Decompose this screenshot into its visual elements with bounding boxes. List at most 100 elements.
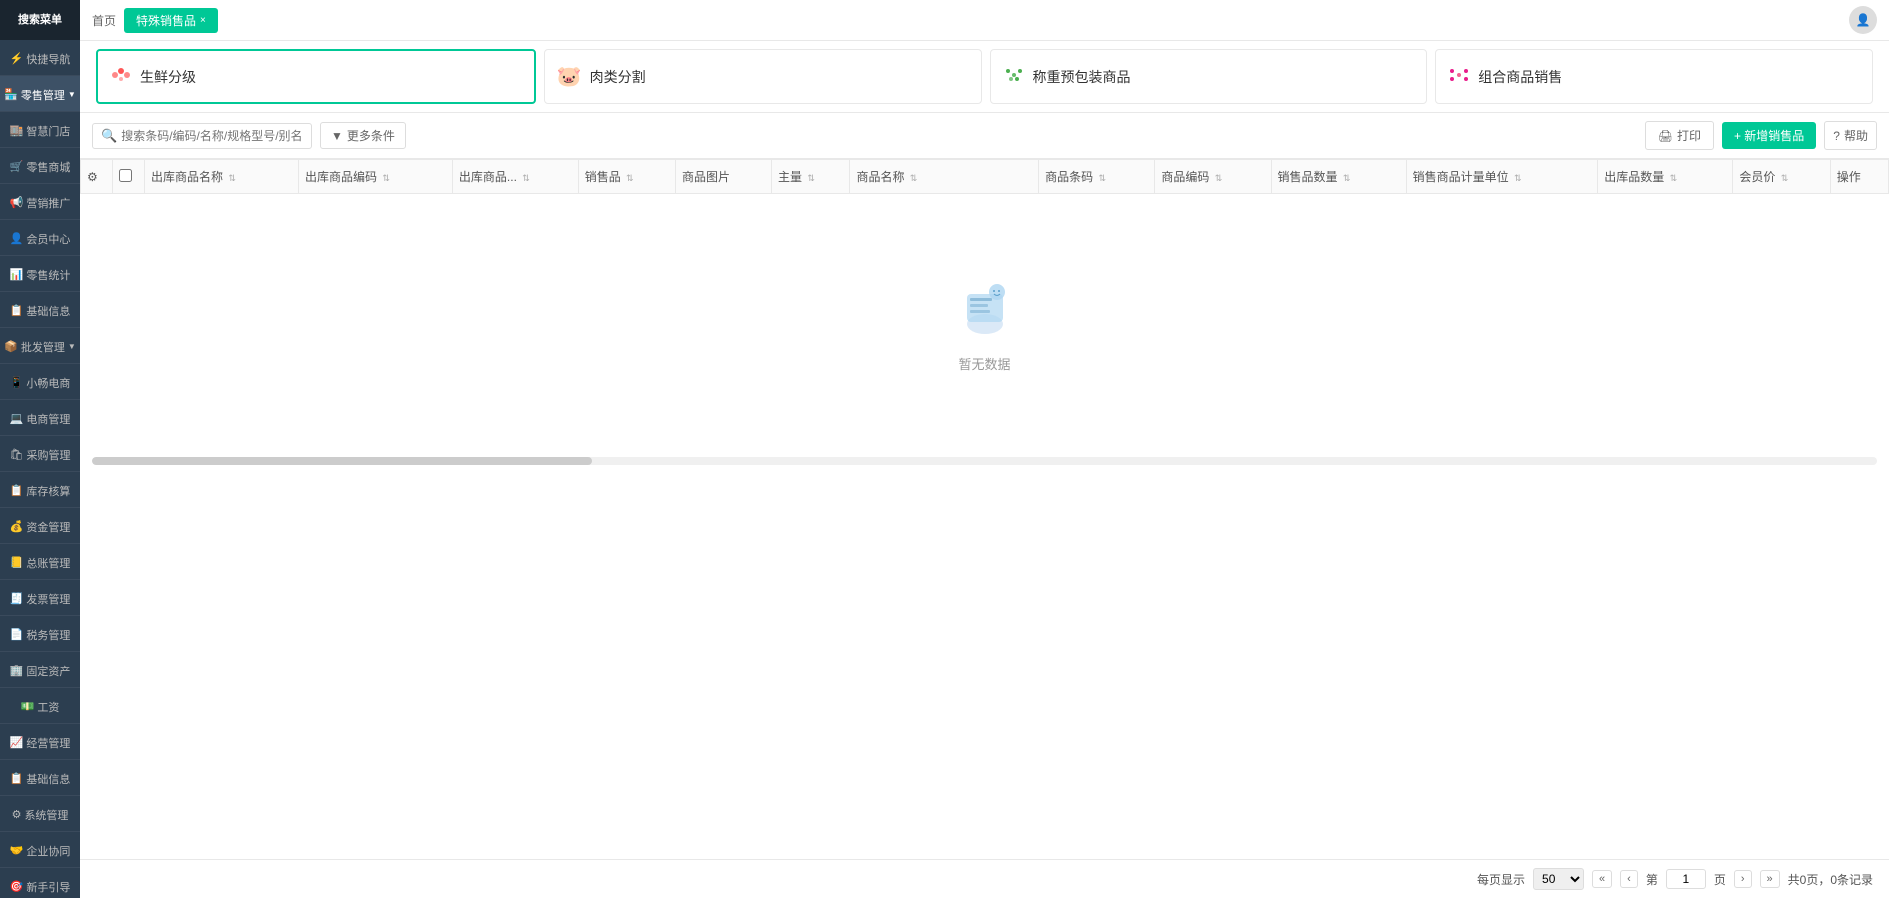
sidebar-item-sales-promo[interactable]: 📢 营销推广	[0, 184, 80, 220]
sidebar-item-label: 经营管理	[26, 735, 70, 751]
th-operation: 操作	[1830, 160, 1888, 194]
finance-mgmt-icon: 💰	[10, 520, 24, 533]
sidebar-item-enterprise-coop[interactable]: 🤝 企业协同	[0, 832, 80, 868]
sidebar-item-label: 零售商城	[26, 159, 70, 175]
sidebar-item-retail-stats[interactable]: 📊 零售统计	[0, 256, 80, 292]
sidebar-item-wholesale-mgmt[interactable]: 📦 批发管理 ▼	[0, 328, 80, 364]
sidebar-item-tax-mgmt[interactable]: 📄 税务管理	[0, 616, 80, 652]
main-content: 首页 特殊销售品 × 👤 生鲜分级	[80, 0, 1889, 898]
mini-ecom-icon: 📱	[10, 376, 24, 389]
th-sales-unit[interactable]: 销售商品计量单位 ⇅	[1406, 160, 1598, 194]
sidebar-item-smart-store[interactable]: 🏬 智慧门店	[0, 112, 80, 148]
cat-tab-fresh-grade[interactable]: 生鲜分级	[96, 49, 536, 104]
sidebar-item-mini-ecom[interactable]: 📱 小畅电商	[0, 364, 80, 400]
select-all-checkbox[interactable]	[119, 169, 132, 182]
sidebar-item-sys-mgmt[interactable]: ⚙ 系统管理	[0, 796, 80, 832]
filter-label: 更多条件	[347, 127, 395, 144]
sort-icon11: ⇅	[1670, 173, 1678, 183]
first-page-button[interactable]: «	[1592, 870, 1612, 888]
wholesale-mgmt-icon: 📦	[4, 340, 18, 353]
help-icon: ?	[1833, 129, 1840, 143]
page-size-select[interactable]: 50 10 20 100	[1533, 868, 1584, 890]
sort-icon5: ⇅	[807, 173, 815, 183]
breadcrumb-home[interactable]: 首页	[92, 12, 116, 29]
sort-icon: ⇅	[228, 173, 236, 183]
search-input[interactable]	[121, 129, 303, 143]
sidebar-item-label: 小畅电商	[26, 375, 70, 391]
filter-button[interactable]: ▼ 更多条件	[320, 122, 406, 149]
user-avatar[interactable]: 👤	[1849, 6, 1877, 34]
search-box[interactable]: 🔍	[92, 123, 312, 149]
th-member-price[interactable]: 会员价 ⇅	[1733, 160, 1830, 194]
sidebar-item-fixed-assets[interactable]: 🏢 固定资产	[0, 652, 80, 688]
active-tab-label: 特殊销售品	[136, 12, 196, 29]
sidebar-logo[interactable]: 搜索菜单	[0, 0, 80, 40]
sidebar: 搜索菜单 ⚡ 快捷导航 🏪 零售管理 ▼ 🏬 智慧门店 🛒 零售商城 📢 营销推…	[0, 0, 80, 898]
h-scroll-bar[interactable]	[92, 457, 1877, 465]
add-product-button[interactable]: + 新增销售品	[1722, 122, 1816, 149]
th-sales-qty[interactable]: 销售品数量 ⇅	[1271, 160, 1406, 194]
weigh-prepack-label: 称重预包装商品	[1033, 67, 1131, 87]
next-page-button[interactable]: ›	[1734, 870, 1752, 888]
top-right: 👤	[1849, 6, 1877, 34]
basic-info2-icon: 📋	[10, 772, 24, 785]
sidebar-item-basic-info2[interactable]: 📋 基础信息	[0, 760, 80, 796]
filter-icon: ▼	[331, 129, 343, 143]
page-label: 第	[1646, 871, 1658, 888]
th-sales-product[interactable]: 销售品 ⇅	[578, 160, 675, 194]
sidebar-item-finance-mgmt[interactable]: 💰 资金管理	[0, 508, 80, 544]
sort-icon2: ⇅	[382, 173, 390, 183]
th-product-code[interactable]: 商品编码 ⇅	[1155, 160, 1271, 194]
quick-nav-icon: ⚡	[10, 52, 24, 65]
sidebar-item-retail-mall[interactable]: 🛒 零售商城	[0, 148, 80, 184]
th-main-unit[interactable]: 主量 ⇅	[771, 160, 849, 194]
sys-mgmt-icon: ⚙	[12, 808, 22, 821]
th-out-product-code[interactable]: 出库商品编码 ⇅	[298, 160, 452, 194]
sidebar-item-label: 发票管理	[26, 591, 70, 607]
table-header-row: ⚙ 出库商品名称 ⇅ 出库商品编码 ⇅ 出库商品	[81, 160, 1889, 194]
cat-tab-combo-sales[interactable]: 组合商品销售	[1435, 49, 1873, 104]
sidebar-item-newbie-guide[interactable]: 🎯 新手引导	[0, 868, 80, 898]
last-page-button[interactable]: »	[1760, 870, 1780, 888]
sidebar-item-label: 资金管理	[26, 519, 70, 535]
sidebar-item-label: 零售统计	[26, 267, 70, 283]
help-button[interactable]: ? 帮助	[1824, 121, 1877, 150]
sidebar-item-member-center[interactable]: 👤 会员中心	[0, 220, 80, 256]
sidebar-item-purchase-mgmt[interactable]: 🛍 采购管理	[0, 436, 80, 472]
sidebar-item-basic-info[interactable]: 📋 基础信息	[0, 292, 80, 328]
th-product-barcode[interactable]: 商品条码 ⇅	[1039, 160, 1155, 194]
member-center-icon: 👤	[10, 232, 24, 245]
sidebar-item-general-ledger[interactable]: 📒 总账管理	[0, 544, 80, 580]
sidebar-item-invoice-mgmt[interactable]: 🧾 发票管理	[0, 580, 80, 616]
enterprise-coop-icon: 🤝	[10, 844, 24, 857]
sidebar-item-retail-mgmt[interactable]: 🏪 零售管理 ▼	[0, 76, 80, 112]
active-tab[interactable]: 特殊销售品 ×	[124, 8, 218, 33]
cat-tab-weigh-prepack[interactable]: 称重预包装商品	[990, 49, 1428, 104]
page-number-input[interactable]	[1666, 869, 1706, 889]
weigh-prepack-icon	[1003, 66, 1025, 87]
th-out-product-name[interactable]: 出库商品名称 ⇅	[145, 160, 299, 194]
th-out-qty[interactable]: 出库品数量 ⇅	[1598, 160, 1733, 194]
prev-page-button[interactable]: ‹	[1620, 870, 1638, 888]
sidebar-item-quick-nav[interactable]: ⚡ 快捷导航	[0, 40, 80, 76]
sidebar-item-label: 批发管理	[21, 339, 65, 355]
sidebar-item-label: 税务管理	[26, 627, 70, 643]
cat-tab-meat-cut[interactable]: 🐷 肉类分割	[544, 49, 982, 104]
sidebar-item-wages[interactable]: 💵 工资	[0, 688, 80, 724]
th-product-name[interactable]: 商品名称 ⇅	[850, 160, 1039, 194]
pagination-bar: 每页显示 50 10 20 100 « ‹ 第 页 › » 共0页，0条记录	[80, 859, 1889, 898]
toolbar: 🔍 ▼ 更多条件 🖨 打印 + 新增销售品 ? 帮助	[80, 113, 1889, 159]
tab-close-icon[interactable]: ×	[200, 15, 206, 26]
sidebar-item-stock-check[interactable]: 📋 库存核算	[0, 472, 80, 508]
retail-mall-icon: 🛒	[10, 160, 24, 173]
sidebar-item-ecom-mgmt[interactable]: 💻 电商管理	[0, 400, 80, 436]
newbie-guide-icon: 🎯	[10, 880, 24, 893]
th-checkbox[interactable]	[113, 160, 145, 194]
combo-sales-icon	[1448, 66, 1470, 87]
th-settings[interactable]: ⚙	[81, 160, 113, 194]
print-button[interactable]: 🖨 打印	[1645, 121, 1714, 150]
th-out-product-code2[interactable]: 出库商品... ⇅	[452, 160, 578, 194]
sidebar-item-label: 企业协同	[26, 843, 70, 859]
sidebar-item-ops-mgmt[interactable]: 📈 经营管理	[0, 724, 80, 760]
sidebar-item-label: 采购管理	[26, 447, 70, 463]
